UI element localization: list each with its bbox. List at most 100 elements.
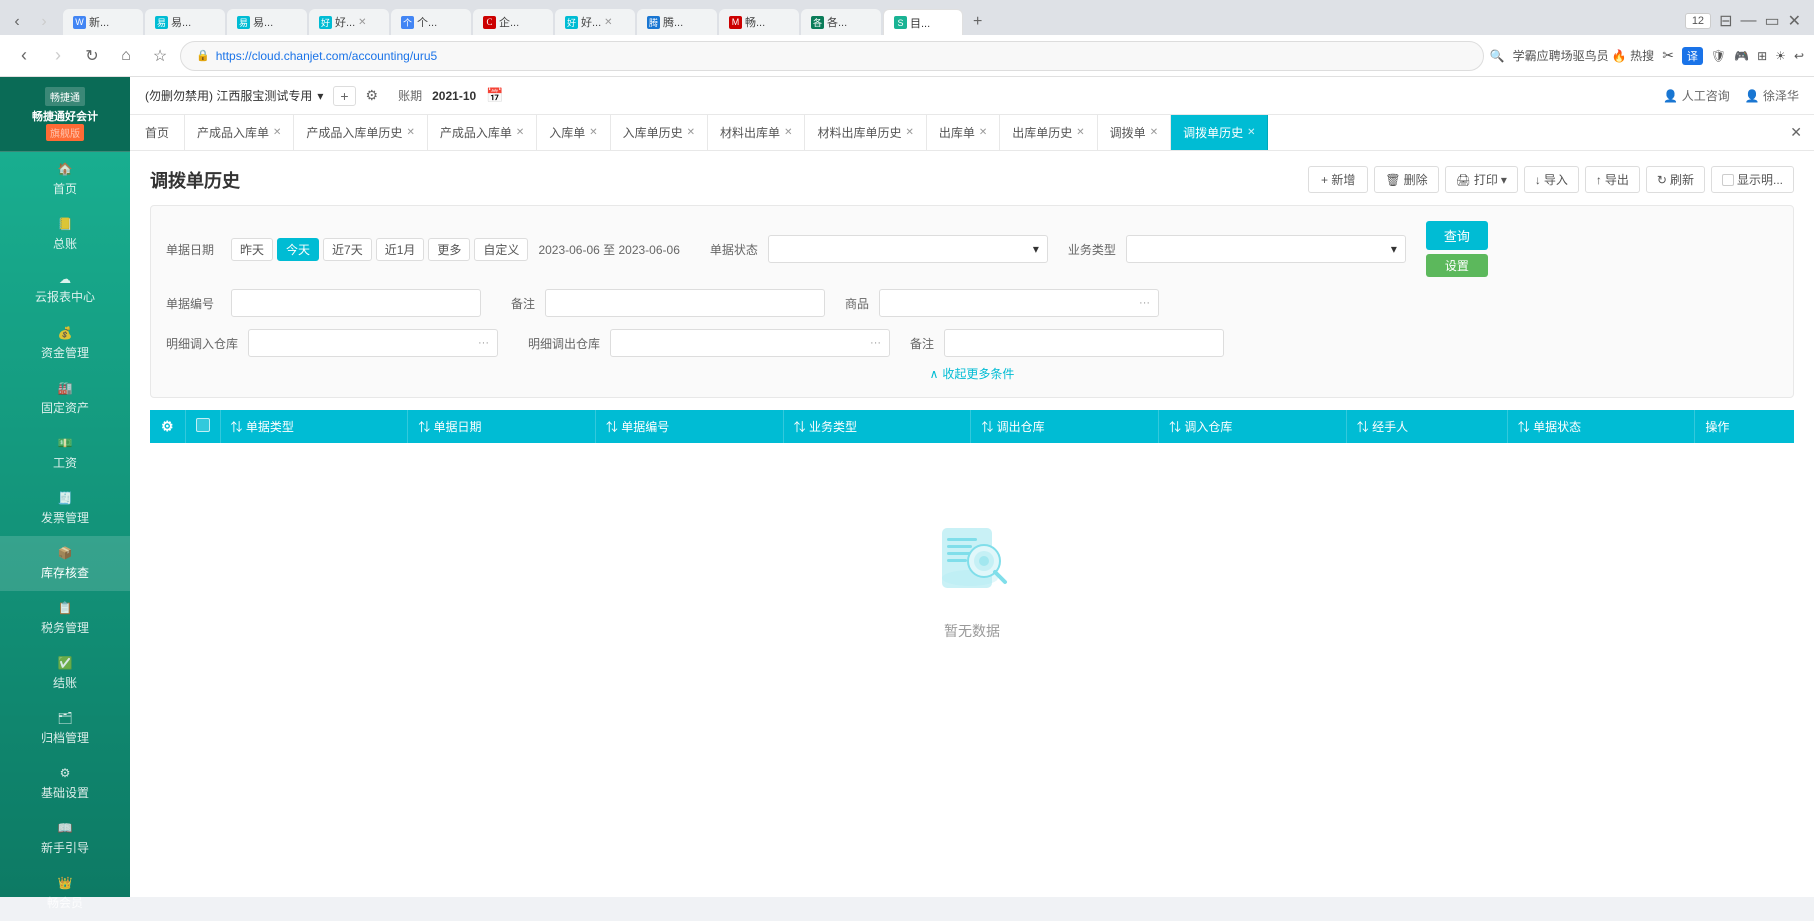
scissor-icon[interactable]: ✂ (1662, 47, 1674, 64)
nav-forward-button[interactable]: › (44, 42, 72, 70)
browser-maximize-icon[interactable]: ▭ (1764, 11, 1779, 31)
header-checkbox[interactable] (196, 418, 210, 432)
page-tab-prod-in-history[interactable]: 产成品入库单历史 ✕ (294, 115, 427, 151)
page-tab-mat-out[interactable]: 材料出库单 ✕ (708, 115, 805, 151)
tab-active[interactable]: S 目... (883, 9, 963, 35)
new-tab-button[interactable]: + (965, 13, 990, 35)
browser-menu-icon[interactable]: ⊟ (1719, 11, 1732, 31)
date-7days-btn[interactable]: 近7天 (323, 238, 372, 261)
tab-close-icon[interactable]: ✕ (516, 127, 524, 138)
user-avatar[interactable]: 👤 徐泽华 (1745, 87, 1799, 104)
sidebar-item-funds[interactable]: 💰 资金管理 (0, 316, 130, 371)
tab-close-icon[interactable]: ✕ (273, 127, 281, 138)
docno-input[interactable] (231, 289, 481, 317)
company-selector[interactable]: (勿删勿禁用) 江西服宝测试专用 ▾ (145, 87, 323, 104)
ext2-icon[interactable]: 🎮 (1734, 49, 1749, 63)
ext4-icon[interactable]: ☀ (1775, 49, 1786, 63)
tab-close-icon[interactable]: ✕ (979, 127, 987, 138)
tab-individual[interactable]: 个 个... (391, 9, 471, 35)
new-button[interactable]: + 新增 (1308, 166, 1368, 193)
nav-star-button[interactable]: ☆ (146, 42, 174, 70)
page-tab-transfer[interactable]: 调拨单 ✕ (1098, 115, 1171, 151)
col-status[interactable]: ⇅ 单据状态 (1507, 410, 1695, 443)
col-handler[interactable]: ⇅ 经手人 (1346, 410, 1507, 443)
date-more-btn[interactable]: 更多 (428, 238, 470, 261)
date-custom-btn[interactable]: 自定义 (474, 238, 528, 261)
date-1month-btn[interactable]: 近1月 (376, 238, 425, 261)
page-tab-home[interactable]: 首页 (130, 115, 185, 151)
sidebar-item-closing[interactable]: ✅ 结账 (0, 646, 130, 701)
calendar-icon[interactable]: 📅 (486, 87, 503, 104)
tab-close-icon[interactable]: ✕ (1076, 127, 1084, 138)
sidebar-item-member[interactable]: 👑 畅会员 (0, 866, 130, 921)
sidebar-item-home[interactable]: 🏠 首页 (0, 152, 130, 207)
print-button[interactable]: 🖨 打印 ▾ (1445, 166, 1518, 193)
page-tab-prod-in2[interactable]: 产成品入库单 ✕ (428, 115, 537, 151)
biztype-select[interactable]: ▾ (1126, 235, 1406, 263)
query-button[interactable]: 查询 (1426, 221, 1488, 250)
col-gear[interactable]: ⚙ (150, 410, 185, 443)
setting-button[interactable]: 设置 (1426, 254, 1488, 277)
nav-back-button[interactable]: ‹ (10, 42, 38, 70)
col-in-warehouse[interactable]: ⇅ 调入仓库 (1159, 410, 1347, 443)
sidebar-item-archive[interactable]: 🗂 归档管理 (0, 701, 130, 756)
remark2-input[interactable] (944, 329, 1224, 357)
tab-chang[interactable]: M 畅... (719, 9, 799, 35)
tab-hao2[interactable]: 好 好... ✕ (555, 9, 635, 35)
page-tab-in[interactable]: 入库单 ✕ (537, 115, 610, 151)
translate-icon[interactable]: 译 (1682, 47, 1703, 65)
tab-close-icon[interactable]: ✕ (905, 127, 913, 138)
tab-hao1[interactable]: 好 好... ✕ (309, 9, 389, 35)
tab-w[interactable]: W 新... (63, 9, 143, 35)
in-warehouse-picker[interactable]: ··· (248, 329, 498, 357)
sidebar-item-inventory[interactable]: 📦 库存核查 (0, 536, 130, 591)
page-tab-out-history[interactable]: 出库单历史 ✕ (1000, 115, 1097, 151)
page-tab-prod-in[interactable]: 产成品入库单 ✕ (185, 115, 294, 151)
column-settings-icon[interactable]: ⚙ (161, 418, 174, 434)
ext3-icon[interactable]: ⊞ (1757, 49, 1767, 63)
close-all-tabs-button[interactable]: ✕ (1778, 124, 1814, 141)
sidebar-item-reports[interactable]: ☁ 云报表中心 (0, 262, 130, 316)
display-button[interactable]: 显示明... (1711, 166, 1794, 193)
tab-easy2[interactable]: 易 易... (227, 9, 307, 35)
sidebar-item-wage[interactable]: 💵 工资 (0, 426, 130, 481)
remark-input[interactable] (545, 289, 825, 317)
user-service-btn[interactable]: 👤 人工咨询 (1663, 87, 1729, 104)
col-out-warehouse[interactable]: ⇅ 调出仓库 (971, 410, 1159, 443)
tab-close-icon[interactable]: ✕ (589, 127, 597, 138)
tab-easy1[interactable]: 易 易... (145, 9, 225, 35)
sidebar-item-guide[interactable]: 📖 新手引导 (0, 811, 130, 866)
collapse-btn[interactable]: ∧ 收起更多条件 (166, 365, 1778, 382)
page-tab-mat-out-history[interactable]: 材料出库单历史 ✕ (805, 115, 926, 151)
col-no[interactable]: ⇅ 单据编号 (595, 410, 783, 443)
tab-close-icon[interactable]: ✕ (784, 127, 792, 138)
settings-cog-icon[interactable]: ⚙ (366, 87, 379, 104)
date-yesterday-btn[interactable]: 昨天 (231, 238, 273, 261)
tab-close-icon[interactable]: ✕ (687, 127, 695, 138)
col-date[interactable]: ⇅ 单据日期 (408, 410, 596, 443)
page-tab-transfer-history[interactable]: 调拨单历史 ✕ (1171, 115, 1268, 151)
browser-minimize-icon[interactable]: — (1740, 12, 1756, 30)
export-button[interactable]: ↑ 导出 (1585, 166, 1640, 193)
tab-close-icon[interactable]: ✕ (406, 127, 414, 138)
delete-button[interactable]: 🗑 删除 (1374, 166, 1438, 193)
nav-forward-icon[interactable]: › (32, 13, 56, 31)
tab-tencent[interactable]: 腾 腾... (637, 9, 717, 35)
sidebar-item-invoice[interactable]: 🧾 发票管理 (0, 481, 130, 536)
goods-picker[interactable]: ··· (879, 289, 1159, 317)
tab-each[interactable]: 各 各... (801, 9, 881, 35)
tab-enterprise[interactable]: C 企... (473, 9, 553, 35)
sidebar-item-ledger[interactable]: 📒 总账 (0, 207, 130, 262)
col-checkbox[interactable] (185, 410, 220, 443)
out-warehouse-picker[interactable]: ··· (610, 329, 890, 357)
col-type[interactable]: ⇅ 单据类型 (220, 410, 408, 443)
page-tab-in-history[interactable]: 入库单历史 ✕ (611, 115, 708, 151)
sidebar-item-settings[interactable]: ⚙ 基础设置 (0, 756, 130, 811)
nav-home-button[interactable]: ⌂ (112, 42, 140, 70)
ext5-icon[interactable]: ↩ (1794, 49, 1804, 63)
date-today-btn[interactable]: 今天 (277, 238, 319, 261)
sidebar-item-tax[interactable]: 📋 税务管理 (0, 591, 130, 646)
add-company-button[interactable]: + (333, 86, 355, 106)
nav-back-icon[interactable]: ‹ (5, 13, 29, 31)
status-select[interactable]: ▾ (768, 235, 1048, 263)
